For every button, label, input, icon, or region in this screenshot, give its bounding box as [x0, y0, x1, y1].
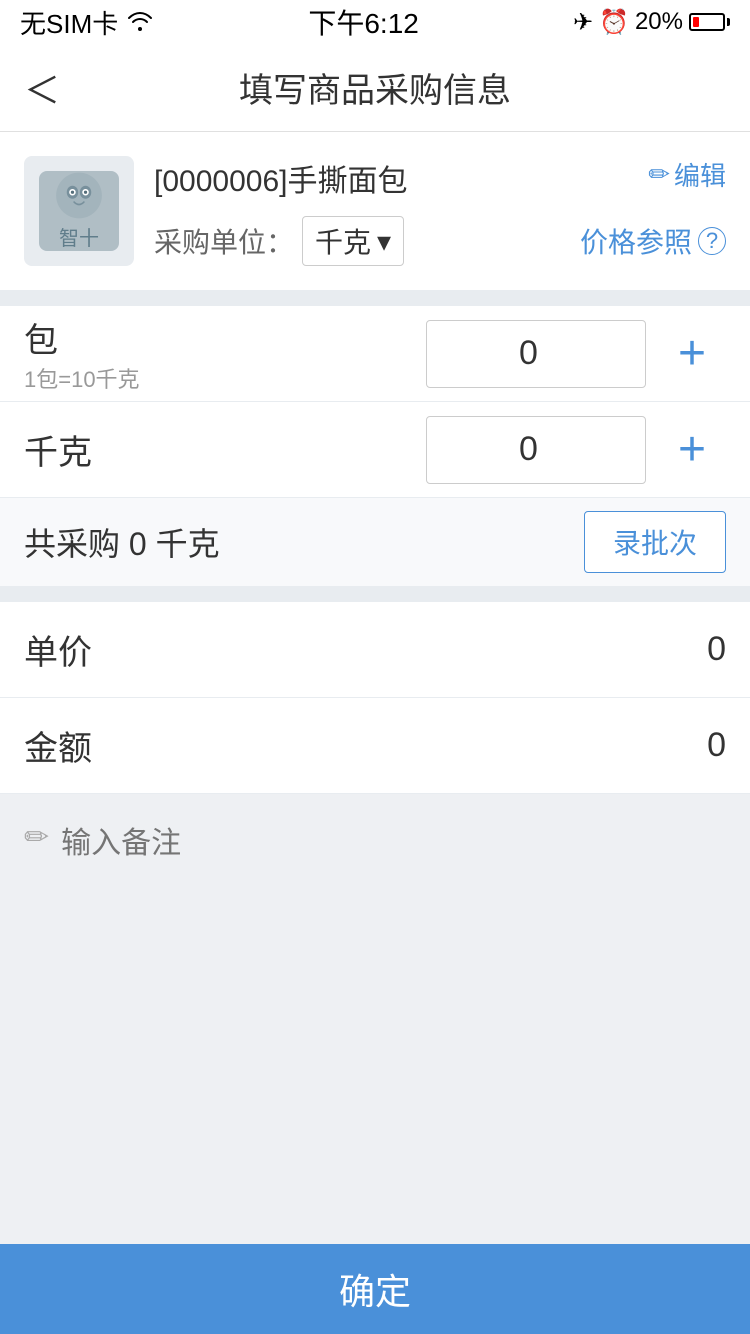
- bao-input-row: 包 1包=10千克 +: [0, 306, 750, 402]
- page-title: 填写商品采购信息: [239, 63, 511, 112]
- price-section: 单价 0 金额 0: [0, 602, 750, 794]
- wifi-icon: [126, 7, 154, 38]
- product-info: [0000006]手撕面包 ✏ 编辑 采购单位： 千克 ▾ 价格参照 ?: [154, 156, 726, 266]
- kg-input-row: 千克 +: [0, 402, 750, 498]
- total-row: 共采购 0 千克 录批次: [0, 498, 750, 594]
- amount-row: 金额 0: [0, 698, 750, 794]
- remark-input[interactable]: [61, 818, 726, 920]
- alarm-icon: ⏰: [599, 8, 629, 37]
- bao-sublabel: 1包=10千克: [24, 362, 164, 394]
- location-icon: ✈: [573, 8, 593, 37]
- kg-field: +: [164, 416, 726, 484]
- remark-section: ✏: [0, 794, 750, 944]
- total-text: 共采购 0 千克: [24, 519, 220, 565]
- section-divider-2: [0, 594, 750, 602]
- product-logo: 智十: [39, 171, 119, 251]
- pencil-icon: ✏: [24, 820, 49, 855]
- input-section: 包 1包=10千克 + 千克 +: [0, 306, 750, 498]
- product-name: [0000006]手撕面包: [154, 156, 407, 200]
- edit-button[interactable]: ✏ 编辑: [648, 156, 726, 193]
- content-area: [0, 944, 750, 1244]
- bao-field: +: [164, 320, 726, 388]
- battery-pct: 20%: [635, 8, 683, 36]
- logo-text: 智十: [59, 222, 99, 251]
- bao-input[interactable]: [426, 320, 646, 388]
- status-right: ✈ ⏰ 20%: [573, 8, 730, 37]
- unit-value: 千克: [315, 221, 371, 261]
- product-image: 智十: [24, 156, 134, 266]
- amount-label: 金额: [24, 721, 92, 770]
- unit-label: 采购单位：: [154, 221, 294, 261]
- price-ref-label: 价格参照: [580, 221, 692, 261]
- product-card: 智十 [0000006]手撕面包 ✏ 编辑 采购单位： 千克 ▾ 价格参照 ?: [0, 132, 750, 298]
- dropdown-icon: ▾: [377, 225, 391, 258]
- carrier-text: 无SIM卡: [20, 4, 118, 41]
- product-unit-row: 采购单位： 千克 ▾ 价格参照 ?: [154, 216, 726, 266]
- amount-value: 0: [707, 726, 726, 765]
- status-time: 下午6:12: [308, 2, 419, 42]
- status-left: 无SIM卡: [20, 4, 154, 41]
- total-unit: 千克: [156, 526, 220, 562]
- product-header: [0000006]手撕面包 ✏ 编辑: [154, 156, 726, 200]
- price-ref-button[interactable]: 价格参照 ?: [580, 221, 726, 261]
- kg-input[interactable]: [426, 416, 646, 484]
- unit-select[interactable]: 千克 ▾: [302, 216, 404, 266]
- battery-icon: [689, 13, 730, 31]
- back-button[interactable]: ＜: [24, 62, 60, 114]
- confirm-label: 确定: [339, 1263, 411, 1315]
- section-divider-1: [0, 298, 750, 306]
- status-bar: 无SIM卡 下午6:12 ✈ ⏰ 20%: [0, 0, 750, 44]
- bao-label-group: 包 1包=10千克: [24, 313, 164, 394]
- edit-icon: ✏: [648, 159, 670, 190]
- batch-button[interactable]: 录批次: [584, 511, 726, 573]
- kg-label-group: 千克: [24, 425, 164, 474]
- bao-label: 包: [24, 313, 164, 362]
- kg-plus-button[interactable]: +: [658, 416, 726, 484]
- kg-label: 千克: [24, 425, 164, 474]
- confirm-button[interactable]: 确定: [0, 1244, 750, 1334]
- unit-price-label: 单价: [24, 625, 92, 674]
- bao-plus-button[interactable]: +: [658, 320, 726, 388]
- unit-price-row: 单价 0: [0, 602, 750, 698]
- help-icon: ?: [698, 227, 726, 255]
- total-amount: 0: [129, 526, 147, 562]
- nav-bar: ＜ 填写商品采购信息: [0, 44, 750, 132]
- unit-price-value: 0: [707, 630, 726, 669]
